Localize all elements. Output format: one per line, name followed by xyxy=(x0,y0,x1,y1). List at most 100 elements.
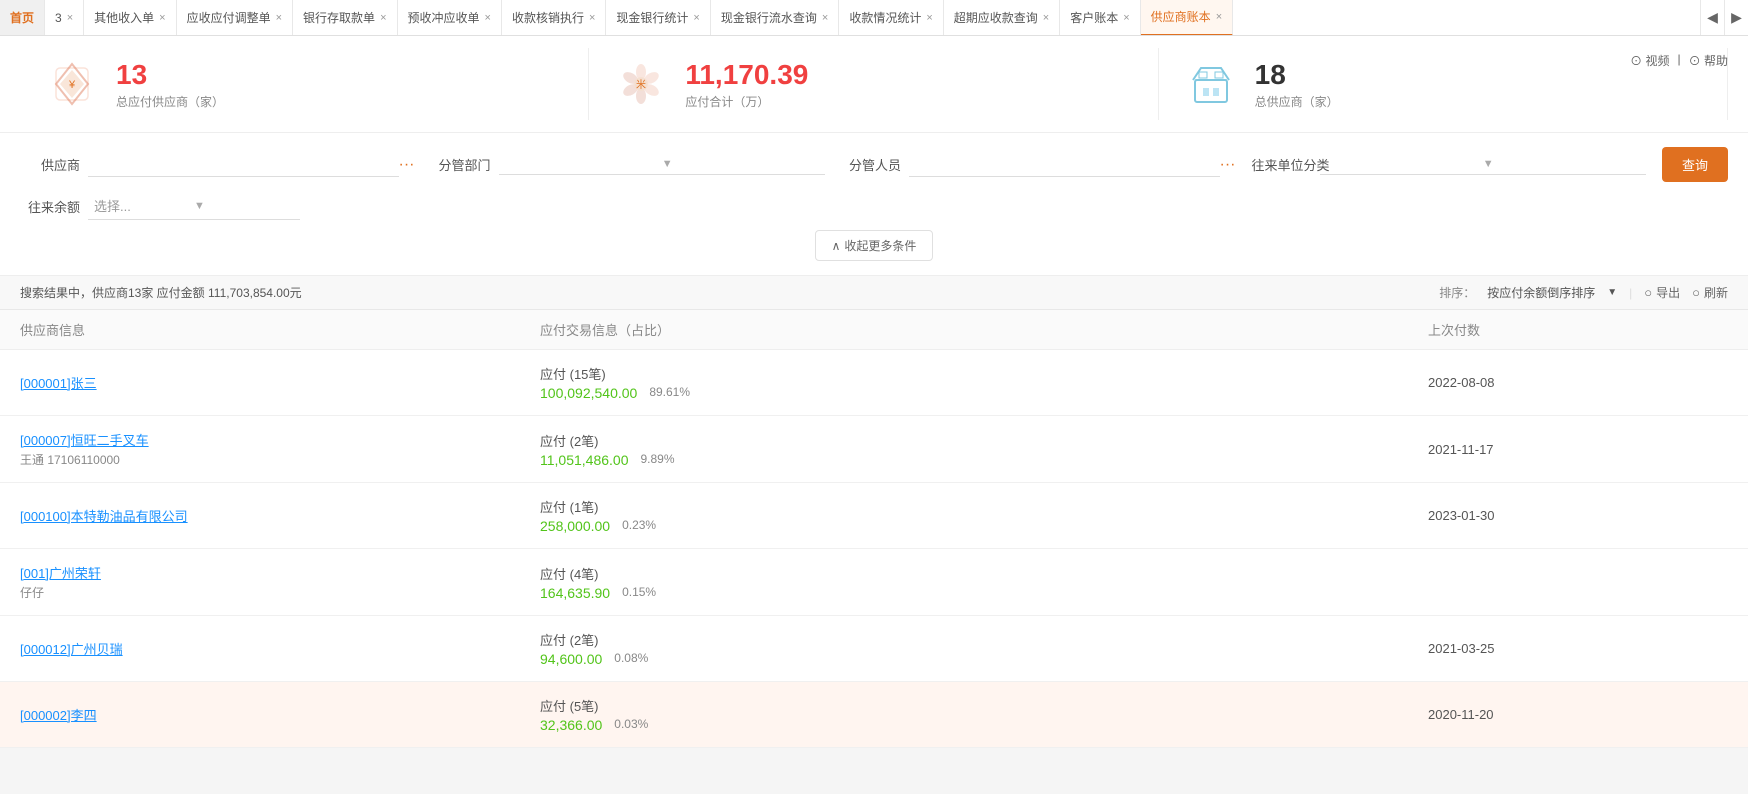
dept-select[interactable]: ▼ xyxy=(499,154,826,175)
sort-label: 排序： xyxy=(1439,284,1475,301)
supplier-info-6: [000002]李四 xyxy=(20,705,540,724)
trans-percent-2: 9.89% xyxy=(641,452,675,466)
supplier-field: 供应商 ··· xyxy=(20,153,415,177)
trans-amount-1[interactable]: 100,092,540.00 xyxy=(540,385,637,401)
total-suppliers-label: 总供应商（家） xyxy=(1255,93,1339,110)
collapse-button[interactable]: ∧ 收起更多条件 xyxy=(815,230,934,261)
supplier-input[interactable] xyxy=(88,153,399,177)
nav-tab-supplier-ledger[interactable]: 供应商账本 × xyxy=(1141,0,1233,36)
person-dots[interactable]: ··· xyxy=(1220,156,1236,174)
trans-amount-5[interactable]: 94,600.00 xyxy=(540,651,602,667)
trans-cell-6: 32,366.00 0.03% xyxy=(540,715,1428,733)
supplier-info-2: [000007]恒旺二手叉车 王通 17106110000 xyxy=(20,430,540,468)
tab-cash-flow-label: 现金银行流水查询 xyxy=(721,9,817,26)
close-tab-bank[interactable]: × xyxy=(380,12,386,24)
help-circle-icon: ⊙ xyxy=(1689,54,1701,68)
results-bar: 搜索结果中，供应商13家 应付金额 111,703,854.00元 排序： 按应… xyxy=(0,276,1748,310)
payable-suppliers-text: 13 总应付供应商（家） xyxy=(116,58,224,111)
trans-amount-4[interactable]: 164,635.90 xyxy=(540,585,610,601)
total-suppliers-icon xyxy=(1183,56,1239,112)
last-date-value-3: 2023-01-30 xyxy=(1428,508,1495,523)
close-tab-customer-ledger[interactable]: × xyxy=(1123,12,1129,24)
supplier-link-2[interactable]: [000007]恒旺二手叉车 xyxy=(20,430,540,449)
export-button[interactable]: ○ 导出 xyxy=(1644,284,1680,301)
close-tab-overdue[interactable]: × xyxy=(1043,12,1049,24)
nav-tab-overdue[interactable]: 超期应收款查询 × xyxy=(944,0,1060,36)
help-link[interactable]: ⊙ 帮助 xyxy=(1689,52,1728,69)
nav-tab-prepay[interactable]: 预收冲应收单 × xyxy=(398,0,502,36)
trans-percent-6: 0.03% xyxy=(614,717,648,731)
trans-info-4: 应付 (4笔) 164,635.90 0.15% xyxy=(540,564,1428,601)
last-date-2: 2021-11-17 xyxy=(1428,442,1728,457)
category-dropdown-icon: ▼ xyxy=(1483,158,1640,170)
nav-tab-cash-stat[interactable]: 现金银行统计 × xyxy=(606,0,710,36)
balance-dropdown-icon: ▼ xyxy=(194,200,294,212)
close-tab-prepay[interactable]: × xyxy=(485,12,491,24)
refresh-button[interactable]: ○ 刷新 xyxy=(1692,284,1728,301)
close-tab-3[interactable]: × xyxy=(67,12,73,24)
nav-arrow-right[interactable]: ▶ xyxy=(1724,0,1748,36)
supplier-link-5[interactable]: [000012]广州贝瑞 xyxy=(20,639,540,658)
tab-overdue-label: 超期应收款查询 xyxy=(954,9,1038,26)
tab-other-income-label: 其他收入单 xyxy=(94,9,154,26)
last-date-value-6: 2020-11-20 xyxy=(1428,707,1494,722)
nav-tab-3[interactable]: 3 × xyxy=(45,0,84,36)
supplier-link-4[interactable]: [001]广州荣轩 xyxy=(20,563,540,582)
nav-tab-collection[interactable]: 收款核销执行 × xyxy=(502,0,606,36)
balance-select[interactable]: 选择... ▼ xyxy=(88,192,300,220)
nav-tab-bank[interactable]: 银行存取款单 × xyxy=(293,0,397,36)
nav-tab-customer-ledger[interactable]: 客户账本 × xyxy=(1060,0,1140,36)
supplier-sub-4: 仔仔 xyxy=(20,584,540,601)
supplier-link-6[interactable]: [000002]李四 xyxy=(20,705,540,724)
trans-amount-2[interactable]: 11,051,486.00 xyxy=(540,452,629,468)
dept-field: 分管部门 ▼ xyxy=(431,154,826,175)
summary-item-payable-suppliers: ¥ 13 总应付供应商（家） xyxy=(20,48,589,120)
nav-tab-receivable-adjust[interactable]: 应收应付调整单 × xyxy=(177,0,293,36)
video-link[interactable]: ⊙ 视频 xyxy=(1630,52,1669,69)
trans-amount-6[interactable]: 32,366.00 xyxy=(540,717,602,733)
top-right-links: ⊙ 视频 | ⊙ 帮助 xyxy=(1630,52,1728,69)
sort-value[interactable]: 按应付余额倒序排序 xyxy=(1487,284,1595,301)
close-tab-supplier-ledger[interactable]: × xyxy=(1216,11,1222,23)
nav-tab-home[interactable]: 首页 xyxy=(0,0,45,36)
category-field: 往来单位分类 ▼ xyxy=(1252,154,1647,175)
results-actions: 排序： 按应付余额倒序排序 ▼ | ○ 导出 ○ 刷新 xyxy=(1439,284,1728,301)
supplier-dots[interactable]: ··· xyxy=(399,156,415,174)
category-label: 往来单位分类 xyxy=(1252,155,1312,174)
trans-amount-3[interactable]: 258,000.00 xyxy=(540,518,610,534)
nav-tab-other-income[interactable]: 其他收入单 × xyxy=(84,0,176,36)
query-button[interactable]: 查询 xyxy=(1662,147,1728,182)
trans-info-6: 应付 (5笔) 32,366.00 0.03% xyxy=(540,696,1428,733)
table-row: [000002]李四 应付 (5笔) 32,366.00 0.03% 2020-… xyxy=(0,682,1748,748)
nav-arrow-left[interactable]: ◀ xyxy=(1700,0,1724,36)
close-tab-receivable-adjust[interactable]: × xyxy=(276,12,282,24)
close-tab-collection[interactable]: × xyxy=(589,12,595,24)
payable-total-icon: 米 xyxy=(613,56,669,112)
person-field: 分管人员 ··· xyxy=(841,153,1236,177)
supplier-link-1[interactable]: [000001]张三 xyxy=(20,373,540,392)
summary-bar: ¥ 13 总应付供应商（家） 米 11,170.39 应付 xyxy=(0,36,1748,133)
nav-tab-cash-flow[interactable]: 现金银行流水查询 × xyxy=(711,0,839,36)
supplier-link-3[interactable]: [000100]本特勒油品有限公司 xyxy=(20,506,540,525)
trans-label-1: 应付 (15笔) xyxy=(540,364,1428,383)
nav-tab-collection-stat[interactable]: 收款情况统计 × xyxy=(839,0,943,36)
trans-info-3: 应付 (1笔) 258,000.00 0.23% xyxy=(540,497,1428,534)
sort-arrow-icon[interactable]: ▼ xyxy=(1607,287,1617,298)
close-tab-other-income[interactable]: × xyxy=(159,12,165,24)
total-suppliers-text: 18 总供应商（家） xyxy=(1255,58,1339,111)
search-row-1: 供应商 ··· 分管部门 ▼ 分管人员 ··· 往来单位分类 ▼ 查询 xyxy=(20,147,1728,182)
balance-label: 往来余额 xyxy=(20,197,80,216)
video-circle-icon: ⊙ xyxy=(1630,54,1642,68)
person-input[interactable] xyxy=(909,153,1220,177)
close-tab-cash-stat[interactable]: × xyxy=(693,12,699,24)
trans-percent-1: 89.61% xyxy=(649,385,690,399)
svg-text:米: 米 xyxy=(636,78,646,91)
close-tab-collection-stat[interactable]: × xyxy=(926,12,932,24)
close-tab-cash-flow[interactable]: × xyxy=(822,12,828,24)
category-select[interactable]: ▼ xyxy=(1320,154,1647,175)
payable-total-number: 11,170.39 xyxy=(685,58,808,92)
last-date-value-2: 2021-11-17 xyxy=(1428,442,1494,457)
tab-collection-stat-label: 收款情况统计 xyxy=(849,9,921,26)
trans-percent-5: 0.08% xyxy=(614,651,648,665)
col-header-lastdate: 上次付数 xyxy=(1428,320,1728,339)
